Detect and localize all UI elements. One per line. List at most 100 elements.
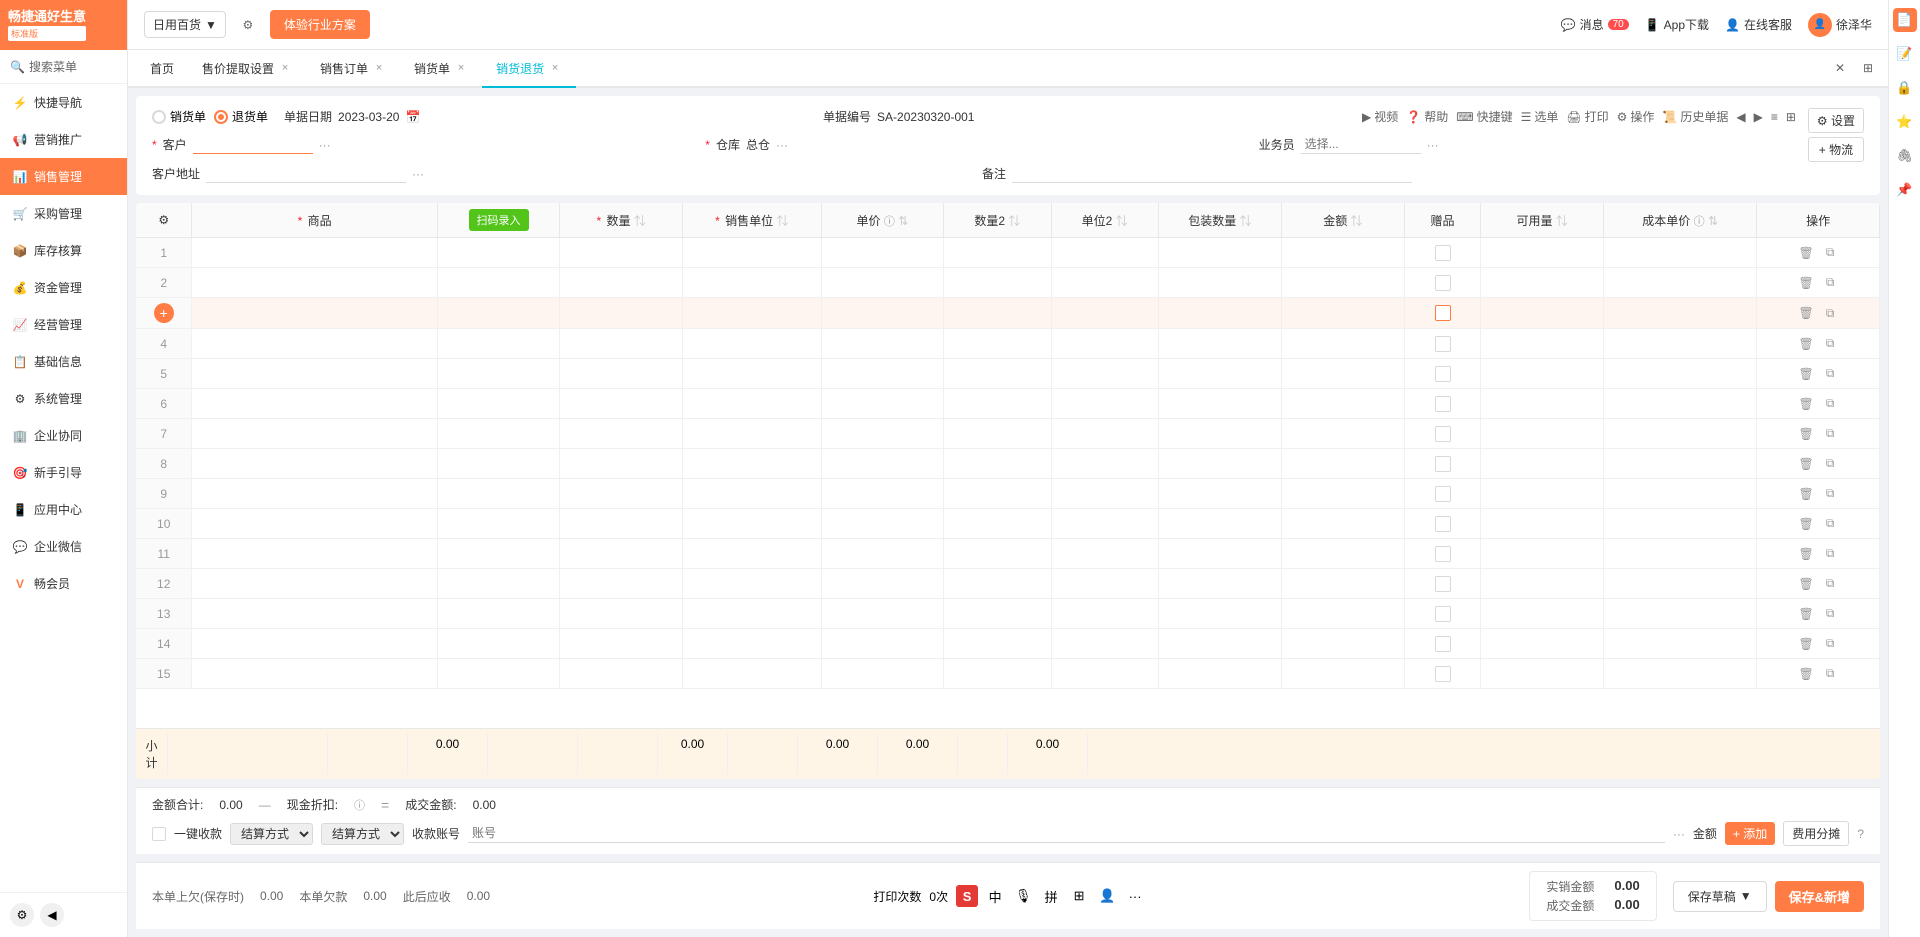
delete-row-icon[interactable]: 🗑: [1797, 605, 1815, 623]
right-panel-doc-icon[interactable]: 📄: [1893, 8, 1917, 32]
delete-row-icon[interactable]: 🗑: [1797, 304, 1815, 322]
settings-bottom-icon[interactable]: ⚙: [10, 903, 34, 927]
copy-row-icon[interactable]: ⧉: [1821, 244, 1839, 262]
radio-return[interactable]: 退货单: [214, 108, 268, 125]
copy-row-icon[interactable]: ⧉: [1821, 274, 1839, 292]
logistics-btn[interactable]: + 物流: [1808, 137, 1864, 162]
sort-cp-icon[interactable]: ⇅: [1708, 214, 1718, 228]
fee-question-icon[interactable]: ?: [1857, 827, 1864, 841]
collapse-icon[interactable]: ◀: [40, 903, 64, 927]
gift-checkbox-row-3[interactable]: [1435, 305, 1451, 321]
tab-close-all[interactable]: ✕: [1828, 56, 1852, 80]
radio-sale[interactable]: 销货单: [152, 108, 206, 125]
sort-q2-icon[interactable]: ⇅: [1008, 214, 1020, 228]
add-row-btn[interactable]: +: [154, 303, 174, 323]
sort-u2-icon[interactable]: ⇅: [1116, 214, 1128, 228]
sort-up-icon[interactable]: ⇅: [898, 214, 908, 228]
copy-row-icon[interactable]: ⧉: [1821, 455, 1839, 473]
nav-select[interactable]: 日用百货 ▼: [144, 11, 226, 38]
gift-checkbox-row-14[interactable]: [1435, 636, 1451, 652]
right-panel-lock-icon[interactable]: 🔒: [1893, 76, 1917, 100]
one-key-collect-checkbox[interactable]: [152, 827, 166, 841]
gift-checkbox-row-5[interactable]: [1435, 366, 1451, 382]
cost-price-info-icon[interactable]: ⓘ: [1694, 216, 1705, 228]
tab-price-settings[interactable]: 售价提取设置 ×: [188, 50, 306, 88]
delete-row-icon[interactable]: 🗑: [1797, 665, 1815, 683]
sort-su-icon[interactable]: ⇅: [776, 214, 788, 228]
gift-checkbox-row-8[interactable]: [1435, 456, 1451, 472]
sidebar-item-operations[interactable]: 📈 经营管理: [0, 306, 127, 343]
save-draft-dropdown-icon[interactable]: ▼: [1740, 889, 1752, 903]
sort-amt-icon[interactable]: ⇅: [1351, 214, 1363, 228]
add-payment-btn[interactable]: + 添加: [1725, 822, 1775, 845]
gift-checkbox-row-11[interactable]: [1435, 546, 1451, 562]
s-icon[interactable]: S: [956, 885, 978, 907]
copy-row-icon[interactable]: ⧉: [1821, 395, 1839, 413]
discount-info-icon[interactable]: ⓘ: [354, 797, 365, 813]
gift-checkbox-row-7[interactable]: [1435, 426, 1451, 442]
gift-checkbox-row-10[interactable]: [1435, 516, 1451, 532]
person-icon[interactable]: 👤: [1096, 885, 1118, 907]
copy-row-icon[interactable]: ⧉: [1821, 515, 1839, 533]
sidebar-item-sales[interactable]: 📊 销售管理: [0, 158, 127, 195]
save-new-btn[interactable]: 保存&新增: [1775, 881, 1864, 912]
zhong-icon[interactable]: 中: [984, 885, 1006, 907]
more-icon[interactable]: ···: [1124, 885, 1146, 907]
tab-maximize[interactable]: ⊞: [1856, 56, 1880, 80]
experience-btn[interactable]: 体验行业方案: [270, 10, 370, 39]
sort-avail-icon[interactable]: ⇅: [1556, 214, 1568, 228]
delete-row-icon[interactable]: 🗑: [1797, 485, 1815, 503]
gift-checkbox-row-13[interactable]: [1435, 606, 1451, 622]
tab-sales-return[interactable]: 销货退货 ×: [482, 50, 576, 88]
sidebar-item-finance[interactable]: 💰 资金管理: [0, 269, 127, 306]
settings-btn[interactable]: ⚙ 设置: [1808, 108, 1864, 133]
delete-row-icon[interactable]: 🗑: [1797, 545, 1815, 563]
sidebar-item-wechat[interactable]: 💬 企业微信: [0, 528, 127, 565]
calendar-icon[interactable]: 📅: [405, 110, 420, 124]
tab-close-sales-return[interactable]: ×: [548, 61, 562, 75]
copy-row-icon[interactable]: ⧉: [1821, 635, 1839, 653]
sidebar-item-marketing[interactable]: 📢 营销推广: [0, 121, 127, 158]
tab-close-price-settings[interactable]: ×: [278, 61, 292, 75]
sidebar-item-enterprise[interactable]: 🏢 企业协同: [0, 417, 127, 454]
staff-more-icon[interactable]: ···: [1427, 138, 1439, 152]
delete-row-icon[interactable]: 🗑: [1797, 515, 1815, 533]
scan-entry-btn[interactable]: 扫码录入: [469, 209, 529, 231]
copy-row-icon[interactable]: ⧉: [1821, 335, 1839, 353]
table-scroll-container[interactable]: ⚙ 商品 扫码录入 数量 ⇅: [136, 203, 1880, 728]
history-action[interactable]: 📜 历史单据: [1662, 108, 1728, 125]
delete-row-icon[interactable]: 🗑: [1797, 395, 1815, 413]
sidebar-item-purchase[interactable]: 🛒 采购管理: [0, 195, 127, 232]
sidebar-item-apps[interactable]: 📱 应用中心: [0, 491, 127, 528]
messages-btn[interactable]: 💬 消息 70: [1561, 16, 1629, 33]
copy-row-icon[interactable]: ⧉: [1821, 485, 1839, 503]
sidebar-item-newbie[interactable]: 🎯 新手引导: [0, 454, 127, 491]
tab-sales-order[interactable]: 销售订单 ×: [306, 50, 400, 88]
print-action[interactable]: 🖨 打印: [1566, 108, 1608, 125]
sort-qty-icon[interactable]: ⇅: [634, 214, 646, 228]
summary-method-select[interactable]: 结算方式: [321, 823, 404, 845]
remark-input[interactable]: [1012, 164, 1412, 183]
sidebar-item-system[interactable]: ⚙ 系统管理: [0, 380, 127, 417]
copy-row-icon[interactable]: ⧉: [1821, 575, 1839, 593]
right-panel-link-icon[interactable]: 🖇: [1893, 144, 1917, 168]
gift-checkbox-row-9[interactable]: [1435, 486, 1451, 502]
staff-input[interactable]: [1301, 135, 1421, 154]
video-action[interactable]: ▶ 视频: [1362, 108, 1398, 125]
select-action[interactable]: ☰ 选单: [1521, 108, 1559, 125]
gift-checkbox-row-4[interactable]: [1435, 336, 1451, 352]
unit-price-info-icon[interactable]: ⓘ: [884, 216, 895, 228]
copy-row-icon[interactable]: ⧉: [1821, 425, 1839, 443]
copy-row-icon[interactable]: ⧉: [1821, 304, 1839, 322]
fee-split-btn[interactable]: 费用分摊: [1783, 821, 1849, 846]
delete-row-icon[interactable]: 🗑: [1797, 575, 1815, 593]
delete-row-icon[interactable]: 🗑: [1797, 244, 1815, 262]
copy-row-icon[interactable]: ⧉: [1821, 605, 1839, 623]
copy-row-icon[interactable]: ⧉: [1821, 545, 1839, 563]
right-panel-note-icon[interactable]: 📝: [1893, 42, 1917, 66]
view-grid-icon[interactable]: ⊞: [1786, 110, 1796, 124]
user-profile[interactable]: 👤 徐泽华: [1808, 13, 1872, 37]
tab-home[interactable]: 首页: [136, 50, 188, 88]
app-download-btn[interactable]: 📱 App下载: [1645, 16, 1709, 33]
gift-checkbox-row-1[interactable]: [1435, 245, 1451, 261]
